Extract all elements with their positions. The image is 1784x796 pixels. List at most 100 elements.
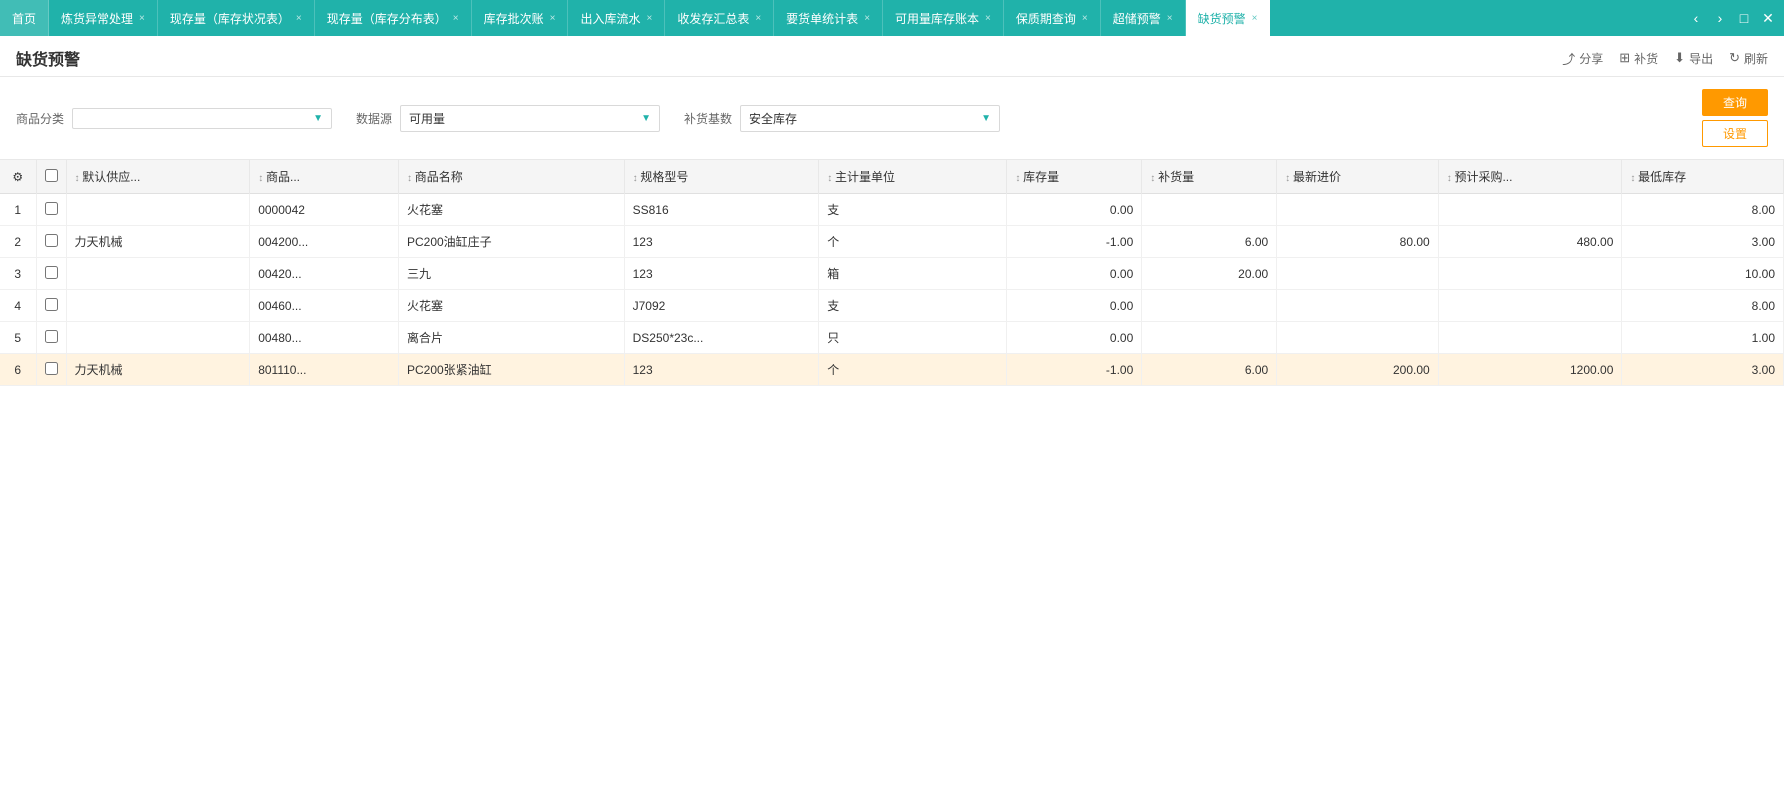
th-default-supplier[interactable]: 默认供应... (66, 160, 250, 194)
td-row-no: 3 (0, 258, 36, 290)
td-unit: 个 (819, 226, 1007, 258)
tab-inout-flow[interactable]: 出入库流水 × (568, 0, 665, 36)
row-checkbox[interactable] (45, 330, 58, 343)
td-row-no: 2 (0, 226, 36, 258)
tab-collect-sum[interactable]: 收发存汇总表 × (665, 0, 774, 36)
th-replenish-qty[interactable]: 补货量 (1142, 160, 1277, 194)
th-unit[interactable]: 主计量单位 (819, 160, 1007, 194)
th-product-code[interactable]: 商品... (250, 160, 399, 194)
td-row-no: 6 (0, 354, 36, 386)
th-product-name[interactable]: 商品名称 (398, 160, 624, 194)
product-category-select[interactable]: ▼ (72, 108, 332, 129)
data-source-filter: 数据源 可用量 ▼ (356, 105, 660, 132)
table-header-row: ⚙ 默认供应... 商品... 商品名称 规格型号 (0, 160, 1784, 194)
tab-stock-dist[interactable]: 现存量（库存分布表） × (315, 0, 472, 36)
table-row: 4 00460... 火花塞 J7092 支 0.00 8.00 (0, 290, 1784, 322)
table-container: ⚙ 默认供应... 商品... 商品名称 规格型号 (0, 160, 1784, 386)
close-tab-expiry-query[interactable]: × (1082, 13, 1088, 24)
td-est-purchase (1438, 290, 1622, 322)
th-est-purchase[interactable]: 预计采购... (1438, 160, 1622, 194)
td-default-supplier: 力天机械 (66, 226, 250, 258)
td-unit: 个 (819, 354, 1007, 386)
tab-batch-account[interactable]: 库存批次账 × (472, 0, 569, 36)
select-all-checkbox[interactable] (45, 169, 58, 182)
td-product-name: 火花塞 (398, 290, 624, 322)
close-tab-inout-flow[interactable]: × (646, 13, 652, 24)
tab-bar: 首页 炼货异常处理 × 现存量（库存状况表） × 现存量（库存分布表） × 库存… (0, 0, 1784, 36)
tab-abnormal[interactable]: 炼货异常处理 × (49, 0, 158, 36)
tab-scroll-right[interactable]: › (1708, 6, 1732, 30)
tab-avail-ledger[interactable]: 可用量库存账本 × (883, 0, 1004, 36)
td-replenish-qty (1142, 322, 1277, 354)
row-checkbox[interactable] (45, 266, 58, 279)
th-spec[interactable]: 规格型号 (624, 160, 819, 194)
tab-stock-status[interactable]: 现存量（库存状况表） × (158, 0, 315, 36)
refresh-button[interactable]: ↻ 刷新 (1729, 50, 1768, 67)
close-tab-avail-ledger[interactable]: × (985, 13, 991, 24)
close-tab-collect-sum[interactable]: × (755, 13, 761, 24)
tab-shortage[interactable]: 缺货预警 × (1186, 0, 1271, 36)
td-product-name: PC200张紧油缸 (398, 354, 624, 386)
td-row-no: 5 (0, 322, 36, 354)
share-button[interactable]: ⤴ 分享 (1562, 49, 1603, 68)
td-est-purchase: 480.00 (1438, 226, 1622, 258)
product-category-filter: 商品分类 ▼ (16, 108, 332, 129)
replenish-button[interactable]: ⊞ 补货 (1619, 50, 1658, 67)
td-product-name: PC200油缸庄子 (398, 226, 624, 258)
td-checkbox[interactable] (36, 290, 66, 322)
replenish-icon: ⊞ (1619, 50, 1630, 66)
close-tab-overstock[interactable]: × (1167, 13, 1173, 24)
td-checkbox[interactable] (36, 322, 66, 354)
tab-scroll-left[interactable]: ‹ (1684, 6, 1708, 30)
query-button[interactable]: 查询 (1702, 89, 1768, 116)
td-product-code: 004200... (250, 226, 399, 258)
td-checkbox[interactable] (36, 226, 66, 258)
row-checkbox[interactable] (45, 362, 58, 375)
td-checkbox[interactable] (36, 194, 66, 226)
td-stock-qty: 0.00 (1007, 322, 1142, 354)
td-min-stock: 8.00 (1622, 290, 1784, 322)
td-spec: J7092 (624, 290, 819, 322)
close-tab-abnormal[interactable]: × (139, 13, 145, 24)
th-min-stock[interactable]: 最低库存 (1622, 160, 1784, 194)
th-checkbox[interactable] (36, 160, 66, 194)
tab-maximize[interactable]: □ (1732, 6, 1756, 30)
table-row: 3 00420... 三九 123 箱 0.00 20.00 10.00 (0, 258, 1784, 290)
td-min-stock: 1.00 (1622, 322, 1784, 354)
close-tab-shortage[interactable]: × (1252, 13, 1258, 24)
close-tab-order-stats[interactable]: × (864, 13, 870, 24)
td-est-purchase: 1200.00 (1438, 354, 1622, 386)
td-checkbox[interactable] (36, 258, 66, 290)
td-stock-qty: 0.00 (1007, 290, 1142, 322)
setting-button[interactable]: 设置 (1702, 120, 1768, 147)
row-checkbox[interactable] (45, 298, 58, 311)
export-button[interactable]: ⬇ 导出 (1674, 50, 1713, 67)
td-checkbox[interactable] (36, 354, 66, 386)
td-unit: 只 (819, 322, 1007, 354)
tab-overstock[interactable]: 超储预警 × (1101, 0, 1186, 36)
td-product-code: 00420... (250, 258, 399, 290)
tab-order-stats[interactable]: 要货单统计表 × (774, 0, 883, 36)
row-checkbox[interactable] (45, 234, 58, 247)
tab-expiry-query[interactable]: 保质期查询 × (1004, 0, 1101, 36)
td-default-supplier (66, 258, 250, 290)
td-min-stock: 8.00 (1622, 194, 1784, 226)
td-replenish-qty: 6.00 (1142, 226, 1277, 258)
tab-close-all[interactable]: ✕ (1756, 6, 1780, 30)
td-latest-price (1277, 290, 1439, 322)
tab-home[interactable]: 首页 (0, 0, 49, 36)
td-spec: 123 (624, 226, 819, 258)
replenish-base-select[interactable]: 安全库存 ▼ (740, 105, 1000, 132)
td-product-code: 00480... (250, 322, 399, 354)
th-latest-price[interactable]: 最新进价 (1277, 160, 1439, 194)
td-product-code: 0000042 (250, 194, 399, 226)
close-tab-stock-dist[interactable]: × (453, 13, 459, 24)
td-product-name: 三九 (398, 258, 624, 290)
close-tab-batch-account[interactable]: × (550, 13, 556, 24)
td-spec: DS250*23c... (624, 322, 819, 354)
row-checkbox[interactable] (45, 202, 58, 215)
data-source-select[interactable]: 可用量 ▼ (400, 105, 660, 132)
th-setting[interactable]: ⚙ (0, 160, 36, 194)
th-stock-qty[interactable]: 库存量 (1007, 160, 1142, 194)
close-tab-stock-status[interactable]: × (296, 13, 302, 24)
